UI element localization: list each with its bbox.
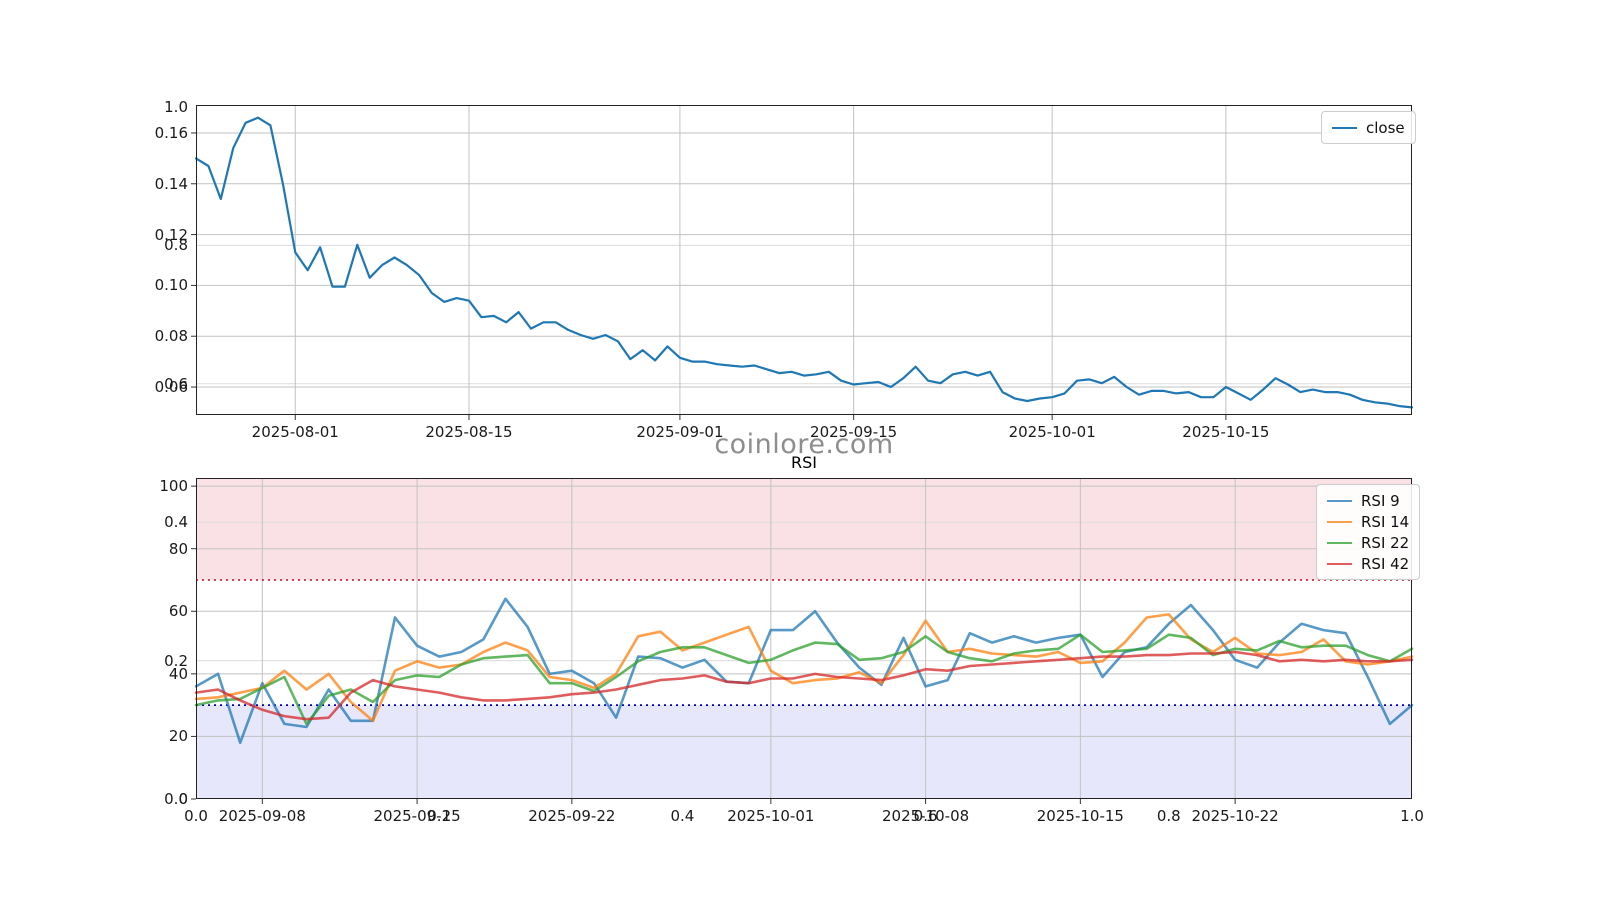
legend-line-swatch: [1327, 562, 1352, 565]
rsi-chart-title: RSI: [791, 453, 817, 472]
y-axis-tick-label: 60: [168, 602, 188, 621]
y-axis-tick-label: 0.16: [154, 123, 188, 142]
overlay-y-tick-label: 0.0: [164, 790, 188, 808]
rsi-chart: [191, 478, 1414, 804]
legend-item: RSI 22: [1327, 532, 1409, 553]
overlay-y-tick-label: 0.6: [164, 374, 188, 393]
y-axis-tick-label: 100: [159, 477, 188, 496]
legend-item: RSI 42: [1327, 553, 1409, 574]
price-chart: [191, 105, 1414, 420]
x-axis-tick-label: 2025-08-01: [251, 423, 339, 441]
overlay-x-tick-label: 0.2: [427, 807, 452, 825]
rsi-legend: RSI 9 RSI 14 RSI 22 RSI 42: [1316, 484, 1421, 580]
overlay-x-tick-label: 0.4: [670, 807, 695, 825]
chart-figure: coinlore.com RSI 0.16 0.14 0.12 0.10 0.08 0.0…: [0, 0, 1600, 900]
overlay-x-tick-label: 0.6: [913, 807, 938, 825]
legend-item: RSI 14: [1327, 511, 1409, 532]
legend-line-swatch: [1327, 541, 1352, 544]
x-axis-tick-label: 2025-08-15: [425, 423, 513, 441]
overlay-x-tick-label: 1.0: [1400, 807, 1424, 825]
legend-label: RSI 22: [1361, 533, 1410, 552]
legend-label: RSI 14: [1361, 512, 1410, 531]
y-axis-tick-label: 40: [168, 664, 188, 683]
overlay-y-tick-label: 1.0: [164, 98, 188, 116]
y-axis-tick-label: 0.14: [154, 174, 188, 193]
y-axis-tick-label: 0.10: [154, 276, 188, 295]
y-axis-tick-label: 0.12: [154, 225, 188, 244]
overlay-x-tick-label: 0.8: [1156, 807, 1181, 825]
x-axis-tick-label: 2025-10-01: [727, 807, 815, 825]
legend-label: RSI 42: [1361, 554, 1410, 573]
overlay-y-tick-label: 0.8: [164, 236, 188, 255]
x-axis-tick-label: 2025-10-01: [1008, 423, 1096, 441]
legend-line-swatch: [1327, 520, 1352, 523]
x-axis-tick-label: 2025-10-08: [882, 807, 970, 825]
legend-item: close: [1332, 117, 1405, 138]
y-axis-tick-label: 20: [168, 727, 188, 746]
x-axis-tick-label: 2025-09-01: [636, 423, 724, 441]
legend-line-swatch: [1332, 126, 1357, 129]
price-legend: close: [1321, 111, 1416, 144]
x-axis-tick-label: 2025-10-15: [1036, 807, 1124, 825]
legend-label: close: [1366, 118, 1405, 137]
x-axis-tick-label: 2025-09-08: [218, 807, 306, 825]
y-axis-tick-label: 0: [178, 790, 188, 808]
legend-line-swatch: [1327, 499, 1352, 502]
y-axis-tick-label: 0.08: [154, 327, 188, 346]
y-axis-tick-label: 0.06: [154, 378, 188, 397]
legend-item: RSI 9: [1327, 490, 1409, 511]
x-axis-tick-label: 2025-09-22: [528, 807, 616, 825]
overlay-x-tick-label: 0.0: [184, 807, 208, 825]
overlay-y-tick-label: 0.4: [164, 513, 188, 532]
x-axis-tick-label: 2025-10-15: [1182, 423, 1270, 441]
x-axis-tick-label: 2025-09-15: [373, 807, 461, 825]
legend-label: RSI 9: [1361, 491, 1400, 510]
overlay-y-tick-label: 0.2: [164, 651, 188, 670]
y-axis-tick-label: 80: [168, 539, 188, 558]
x-axis-tick-label: 2025-10-22: [1191, 807, 1279, 825]
